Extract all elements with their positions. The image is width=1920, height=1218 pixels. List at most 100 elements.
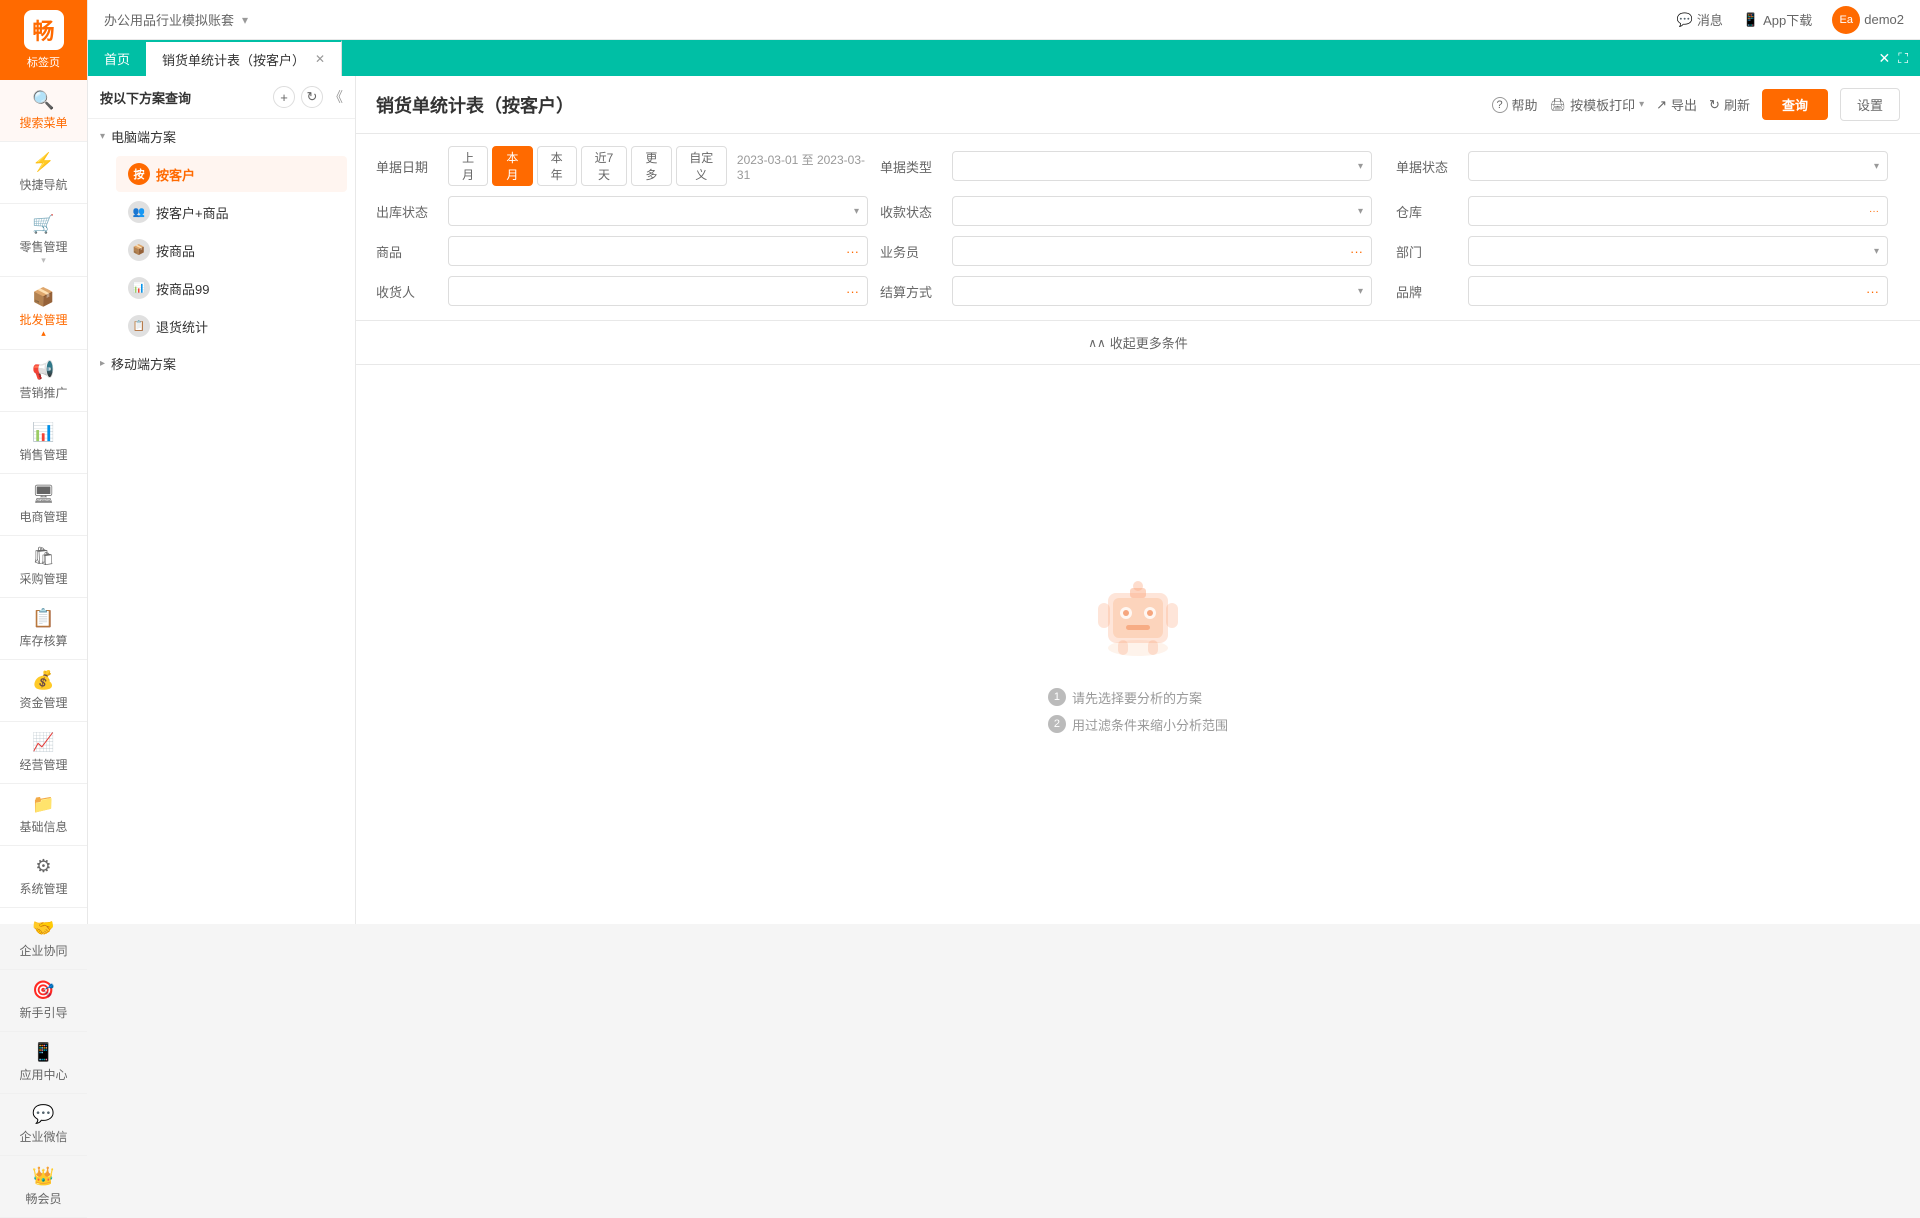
- sidebar-item-corp-wechat-label: 企业微信: [19, 1128, 67, 1145]
- settlement-select[interactable]: ▾: [952, 276, 1372, 306]
- topbar: 办公用品行业模拟账套 ▾ 💬 消息 📱 App下载 Ea demo2: [88, 0, 1920, 40]
- add-scheme-button[interactable]: +: [273, 86, 295, 108]
- dept-arrow: ▾: [1874, 246, 1879, 257]
- receiver-label: 收货人: [376, 282, 448, 301]
- print-icon: 🖨: [1550, 97, 1567, 113]
- sidebar-item-ecommerce[interactable]: 🖥 电商管理: [0, 474, 87, 536]
- tab-close-icon[interactable]: ✕: [315, 52, 325, 66]
- brand-dots: ···: [1866, 284, 1879, 299]
- empty-illustration: [1078, 548, 1198, 668]
- print-button[interactable]: 🖨 按模板打印 ▾: [1550, 95, 1645, 114]
- retail-icon: 🛒: [32, 214, 54, 235]
- brand-select[interactable]: ···: [1468, 276, 1888, 306]
- tab-maximize-icon[interactable]: ⛶: [1898, 50, 1908, 67]
- date-btn-last-month[interactable]: 上月: [448, 146, 488, 186]
- tab-home-label: 首页: [104, 49, 130, 68]
- sidebar-item-enterprise[interactable]: 🤝 企业协同: [0, 908, 87, 970]
- tree-mobile-header[interactable]: ▸ 移动端方案: [88, 346, 355, 381]
- sidebar-item-sales-label: 销售管理: [19, 446, 67, 463]
- tabbar: 首页 销货单统计表（按客户） ✕ ✕ ⛶: [88, 40, 1920, 76]
- collapse-up-icon: ∧∧: [1088, 336, 1106, 350]
- sidebar-item-system[interactable]: ⚙ 系统管理: [0, 846, 87, 908]
- date-btn-this-year[interactable]: 本年: [537, 146, 577, 186]
- help-button[interactable]: ? 帮助: [1492, 95, 1538, 114]
- filter-dept-cell: 部门 ▾: [1384, 236, 1900, 266]
- wholesale-arrow-icon: ▴: [41, 328, 46, 339]
- sidebar-item-app-center-label: 应用中心: [19, 1066, 67, 1083]
- sidebar-item-inventory-label: 库存核算: [19, 632, 67, 649]
- dept-select[interactable]: ▾: [1468, 236, 1888, 266]
- help-icon: ?: [1492, 97, 1508, 113]
- export-button[interactable]: ↗ 导出: [1656, 95, 1697, 114]
- tree-desktop-section: ▾ 电脑端方案 按 按客户 👥 按客户+商品 📦 按商品: [88, 119, 355, 344]
- sidebar-item-app-center[interactable]: 📱 应用中心: [0, 1032, 87, 1094]
- filter-row-4: 收货人 ··· 结算方式 ▾ 品牌: [376, 276, 1900, 306]
- message-button[interactable]: 💬 消息: [1677, 10, 1723, 29]
- sidebar-item-finance-label: 资金管理: [19, 694, 67, 711]
- tree-child-by-goods-99[interactable]: 📊 按商品99: [116, 270, 347, 306]
- sidebar-item-inventory[interactable]: 📋 库存核算: [0, 598, 87, 660]
- sidebar-item-wholesale[interactable]: 📦 批发管理 ▴: [0, 277, 87, 350]
- sidebar-item-operations[interactable]: 📈 经营管理: [0, 722, 87, 784]
- sidebar-item-guide[interactable]: 🎯 新手引导: [0, 970, 87, 1032]
- query-button[interactable]: 查询: [1762, 89, 1828, 120]
- sidebar-item-sales[interactable]: 📊 销售管理: [0, 412, 87, 474]
- user-profile[interactable]: Ea demo2: [1832, 6, 1904, 34]
- sidebar-item-corp-wechat[interactable]: 💬 企业微信: [0, 1094, 87, 1156]
- filter-receipt-status-cell: 收款状态 ▾: [868, 196, 1384, 226]
- out-status-arrow: ▾: [854, 206, 859, 217]
- type-select[interactable]: ▾: [952, 151, 1372, 181]
- date-filter: 上月 本月 本年 近7天 更多 自定义 2023-03-01 至 2023-03…: [448, 146, 868, 186]
- refresh-scheme-button[interactable]: ↻: [301, 86, 323, 108]
- tree-child-by-customer[interactable]: 按 按客户: [116, 156, 347, 192]
- tree-child-by-goods[interactable]: 📦 按商品: [116, 232, 347, 268]
- salesman-select[interactable]: ···: [952, 236, 1372, 266]
- sidebar-item-quick-nav[interactable]: ⚡ 快捷导航: [0, 142, 87, 204]
- operations-icon: 📈: [32, 732, 54, 753]
- date-btn-custom[interactable]: 自定义: [676, 146, 727, 186]
- sidebar-item-finance[interactable]: 💰 资金管理: [0, 660, 87, 722]
- filter-receiver-cell: 收货人 ···: [376, 276, 868, 306]
- warehouse-label: 仓库: [1396, 202, 1468, 221]
- sidebar-item-marketing[interactable]: 📢 营销推广: [0, 350, 87, 412]
- help-label: 帮助: [1512, 95, 1538, 114]
- tab-sales-stat[interactable]: 销货单统计表（按客户） ✕: [146, 40, 342, 76]
- goods-select[interactable]: ···: [448, 236, 868, 266]
- receiver-select[interactable]: ···: [448, 276, 868, 306]
- out-status-select[interactable]: ▾: [448, 196, 868, 226]
- collapse-more-button[interactable]: ∧∧ 收起更多条件: [1076, 329, 1200, 356]
- collapse-panel-button[interactable]: 《: [329, 87, 343, 107]
- refresh-button[interactable]: ↻ 刷新: [1709, 95, 1750, 114]
- settlement-arrow: ▾: [1358, 286, 1363, 297]
- tree-child-return-stat[interactable]: 📋 退货统计: [116, 308, 347, 344]
- setting-button[interactable]: 设置: [1840, 88, 1900, 121]
- status-select[interactable]: ▾: [1468, 151, 1888, 181]
- date-label: 单据日期: [376, 157, 448, 176]
- sidebar-item-member[interactable]: 👑 畅会员: [0, 1156, 87, 1218]
- date-btn-more[interactable]: 更多: [631, 146, 671, 186]
- sidebar-item-purchase-label: 采购管理: [19, 570, 67, 587]
- tree-desktop-header[interactable]: ▾ 电脑端方案: [88, 119, 355, 154]
- sidebar-item-retail[interactable]: 🛒 零售管理 ▾: [0, 204, 87, 277]
- guide-icon: 🎯: [32, 980, 54, 1001]
- tab-home[interactable]: 首页: [88, 40, 146, 76]
- salesman-label: 业务员: [880, 242, 952, 261]
- left-panel-actions: + ↻ 《: [273, 86, 343, 108]
- warehouse-select[interactable]: ···: [1468, 196, 1888, 226]
- content: 按以下方案查询 + ↻ 《 ▾ 电脑端方案: [88, 76, 1920, 924]
- tab-sales-stat-label: 销货单统计表（按客户）: [162, 50, 305, 69]
- collapse-more-row: ∧∧ 收起更多条件: [356, 321, 1920, 365]
- date-btn-this-month[interactable]: 本月: [492, 146, 532, 186]
- by-goods-label: 按商品: [156, 241, 195, 260]
- receipt-status-select[interactable]: ▾: [952, 196, 1372, 226]
- tree-child-by-customer-goods[interactable]: 👥 按客户+商品: [116, 194, 347, 230]
- date-btn-7days[interactable]: 近7天: [581, 146, 627, 186]
- topbar-dropdown-icon[interactable]: ▾: [242, 13, 248, 27]
- tab-close-window-icon[interactable]: ✕: [1878, 50, 1890, 67]
- app-download-button[interactable]: 📱 App下载: [1743, 10, 1812, 29]
- sidebar-item-search-menu[interactable]: 🔍 搜索菜单: [0, 80, 87, 142]
- sidebar-item-basic-info[interactable]: 📁 基础信息: [0, 784, 87, 846]
- sidebar-item-purchase[interactable]: 🛍 采购管理: [0, 536, 87, 598]
- filter-row-2: 出库状态 ▾ 收款状态 ▾ 仓库: [376, 196, 1900, 226]
- logo[interactable]: 畅 标签页: [0, 0, 87, 80]
